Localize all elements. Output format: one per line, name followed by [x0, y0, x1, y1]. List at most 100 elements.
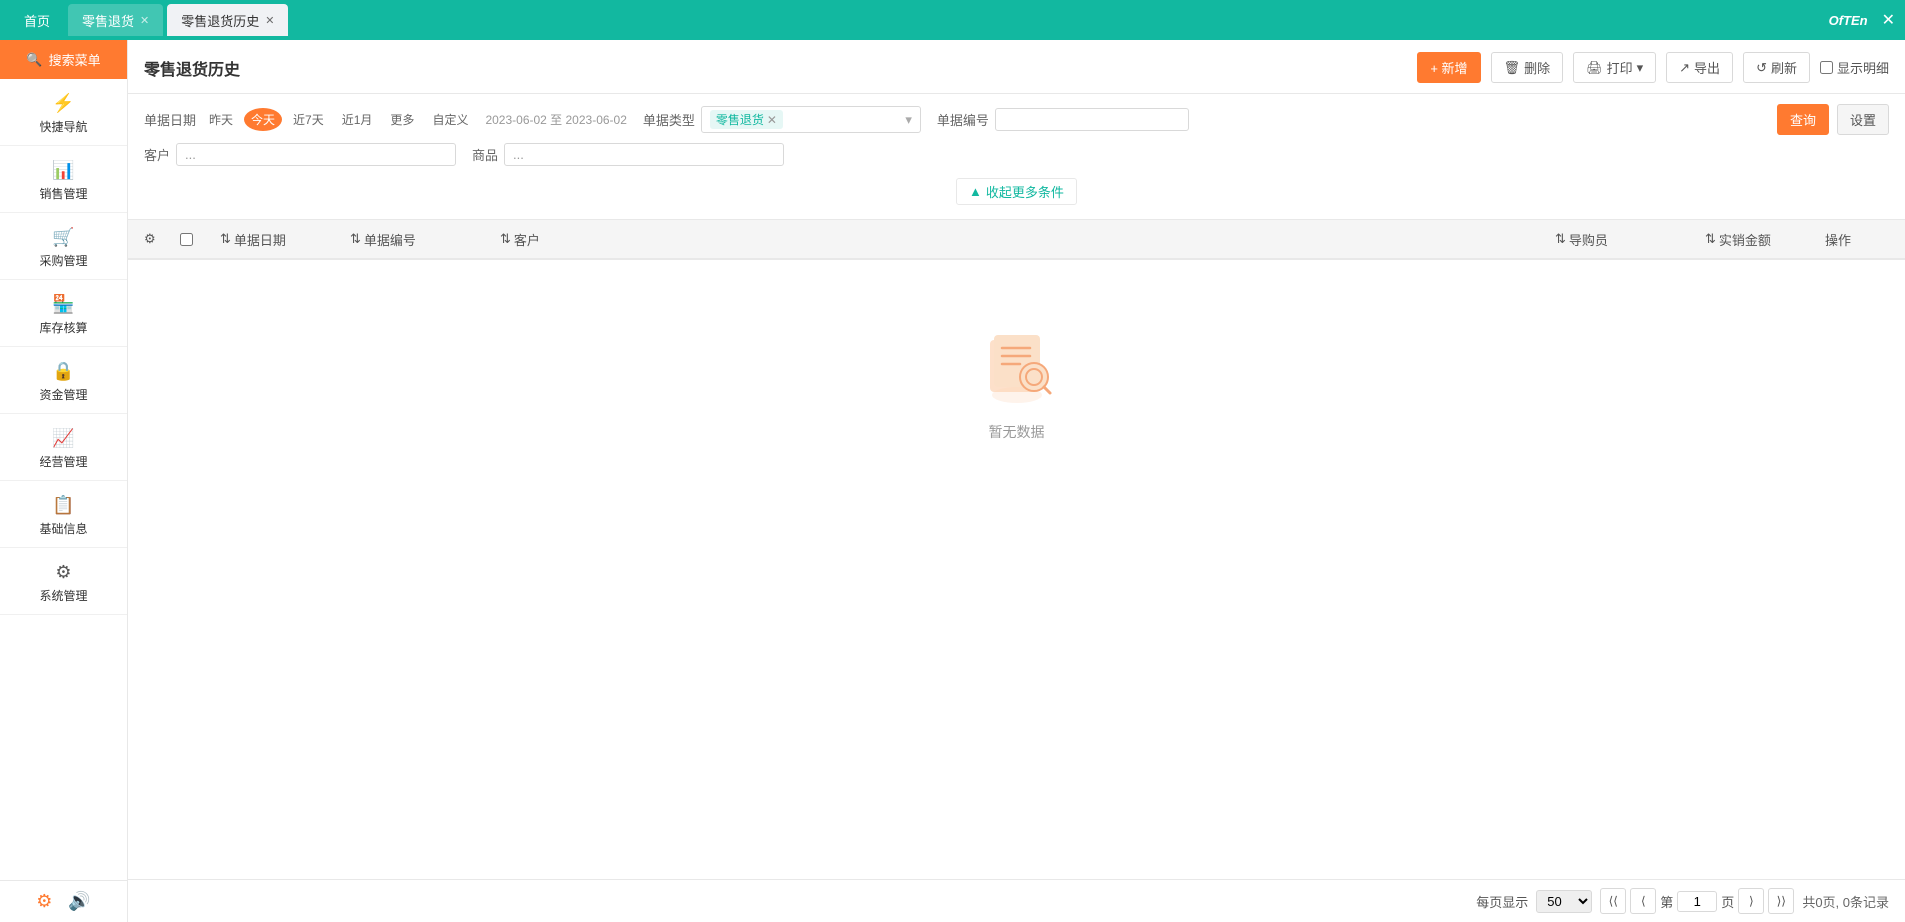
goods-label: 商品 — [472, 145, 498, 164]
delete-button[interactable]: 🗑 删除 — [1491, 52, 1564, 83]
pagination-bar: 每页显示 20 50 100 200 ⟨⟨ ⟨ 第 页 ⟩ ⟩⟩ 共0页, 0条… — [128, 879, 1905, 922]
doc-number-input[interactable] — [995, 108, 1189, 131]
system-icon: ⚙ — [55, 562, 71, 583]
main-layout: 🔍 搜索菜单 ⚡ 快捷导航 📊 销售管理 🛒 采购管理 🏪 库存核算 🔒 资金管… — [0, 40, 1905, 922]
sidebar-speaker-icon[interactable]: 🔊 — [68, 891, 90, 912]
select-all-checkbox-wrapper[interactable] — [172, 233, 212, 246]
table-header: ⚙ ⇅ 单据日期 ⇅ 单据编号 ⇅ 客户 ⇅ — [128, 220, 1905, 260]
table-container: ⚙ ⇅ 单据日期 ⇅ 单据编号 ⇅ 客户 ⇅ — [128, 220, 1905, 879]
date-filter: 单据日期 昨天 今天 近7天 近1月 更多 自定义 2023-06-02 至 2… — [144, 108, 627, 131]
sidebar-item-inventory[interactable]: 🏪 库存核算 — [0, 280, 127, 347]
refresh-icon: ↺ — [1756, 60, 1767, 76]
page-last-button[interactable]: ⟩⟩ — [1768, 888, 1794, 914]
date-yesterday[interactable]: 昨天 — [202, 109, 240, 130]
page-unit: 页 — [1721, 892, 1734, 911]
page-first-button[interactable]: ⟨⟨ — [1600, 888, 1626, 914]
page-label: 第 — [1660, 892, 1673, 911]
col-header-guide: ⇅ 导购员 — [1547, 230, 1697, 249]
doc-type-chevron-icon: ▾ — [905, 112, 912, 128]
doc-type-label: 单据类型 — [643, 110, 695, 129]
show-detail-checkbox[interactable] — [1820, 61, 1833, 74]
sidebar-item-purchase[interactable]: 🛒 采购管理 — [0, 213, 127, 280]
print-dropdown-icon: ▾ — [1637, 60, 1644, 76]
sidebar-search[interactable]: 🔍 搜索菜单 — [0, 40, 127, 79]
sidebar-item-finance[interactable]: 🔒 资金管理 — [0, 347, 127, 414]
collapse-container: ▲ 收起更多条件 — [144, 174, 1889, 209]
date-label: 单据日期 — [144, 110, 196, 129]
column-settings-icon[interactable]: ⚙ — [144, 231, 156, 247]
sidebar-item-system[interactable]: ⚙ 系统管理 — [0, 548, 127, 615]
page-title: 零售退货历史 — [144, 56, 240, 80]
col-header-date: ⇅ 单据日期 — [212, 230, 342, 249]
empty-text: 暂无数据 — [989, 422, 1045, 442]
refresh-button[interactable]: ↺ 刷新 — [1743, 52, 1810, 83]
empty-state: 暂无数据 — [128, 260, 1905, 502]
per-page-select[interactable]: 20 50 100 200 — [1536, 890, 1592, 913]
settings-button[interactable]: 设置 — [1837, 104, 1889, 135]
page-next-button[interactable]: ⟩ — [1738, 888, 1764, 914]
retail-return-history-tab[interactable]: 零售退货历史 ✕ — [167, 4, 288, 36]
filter-row-2: 客户 ... 商品 ... — [144, 143, 1889, 166]
sidebar-item-quick-nav[interactable]: ⚡ 快捷导航 — [0, 79, 127, 146]
sidebar-settings-icon[interactable]: ⚙ — [36, 891, 52, 912]
add-button[interactable]: + 新增 — [1417, 52, 1480, 83]
home-tab[interactable]: 首页 — [10, 4, 64, 36]
per-page-label: 每页显示 — [1476, 892, 1528, 911]
sidebar-item-operations[interactable]: 📈 经营管理 — [0, 414, 127, 481]
retail-return-tab[interactable]: 零售退货 ✕ — [68, 4, 163, 36]
page-input[interactable] — [1677, 891, 1717, 912]
sort-guide-icon[interactable]: ⇅ — [1555, 231, 1566, 247]
date-1month[interactable]: 近1月 — [335, 109, 380, 130]
select-all-checkbox[interactable] — [180, 233, 193, 246]
query-button[interactable]: 查询 — [1777, 104, 1829, 135]
customer-label: 客户 — [144, 145, 170, 164]
column-settings[interactable]: ⚙ — [136, 231, 172, 247]
date-range-display: 2023-06-02 至 2023-06-02 — [485, 111, 626, 128]
sort-amount-icon[interactable]: ⇅ — [1705, 231, 1716, 247]
customer-filter: 客户 ... — [144, 143, 456, 166]
sidebar-item-sales[interactable]: 📊 销售管理 — [0, 146, 127, 213]
sidebar-item-base-info[interactable]: 📋 基础信息 — [0, 481, 127, 548]
doc-type-tag: 零售退货 ✕ — [710, 110, 783, 129]
date-more[interactable]: 更多 — [383, 109, 421, 130]
sort-date-icon[interactable]: ⇅ — [220, 231, 231, 247]
customer-input[interactable]: ... — [176, 143, 456, 166]
col-header-customer: ⇅ 客户 — [492, 230, 1547, 249]
delete-icon: 🗑 — [1504, 60, 1521, 76]
export-button[interactable]: ↗ 导出 — [1666, 52, 1733, 83]
inventory-icon: 🏪 — [52, 294, 74, 315]
page-total: 共0页, 0条记录 — [1802, 892, 1889, 911]
page-header: 零售退货历史 + 新增 🗑 删除 🖨 打印 ▾ ↗ 导出 ↺ — [128, 40, 1905, 94]
sort-number-icon[interactable]: ⇅ — [350, 231, 361, 247]
sort-customer-icon[interactable]: ⇅ — [500, 231, 511, 247]
close-tab2-icon[interactable]: ✕ — [265, 14, 274, 27]
sidebar: 🔍 搜索菜单 ⚡ 快捷导航 📊 销售管理 🛒 采购管理 🏪 库存核算 🔒 资金管… — [0, 40, 128, 922]
operations-icon: 📈 — [52, 428, 74, 449]
print-icon: 🖨 — [1586, 60, 1603, 76]
topbar: 首页 零售退货 ✕ 零售退货历史 ✕ OfTEn ✕ — [0, 0, 1905, 40]
content-area: 零售退货历史 + 新增 🗑 删除 🖨 打印 ▾ ↗ 导出 ↺ — [128, 40, 1905, 922]
goods-input[interactable]: ... — [504, 143, 784, 166]
date-custom[interactable]: 自定义 — [425, 109, 475, 130]
date-7days[interactable]: 近7天 — [286, 109, 331, 130]
doc-type-tag-close[interactable]: ✕ — [767, 113, 777, 127]
base-info-icon: 📋 — [52, 495, 74, 516]
close-tab1-icon[interactable]: ✕ — [140, 14, 149, 27]
date-today[interactable]: 今天 — [244, 108, 282, 131]
page-nav: ⟨⟨ ⟨ 第 页 ⟩ ⟩⟩ — [1600, 888, 1794, 914]
col-header-number: ⇅ 单据编号 — [342, 230, 492, 249]
filter-area: 单据日期 昨天 今天 近7天 近1月 更多 自定义 2023-06-02 至 2… — [128, 94, 1905, 220]
show-detail-checkbox-label[interactable]: 显示明细 — [1820, 58, 1889, 77]
sales-icon: 📊 — [52, 160, 74, 181]
page-prev-button[interactable]: ⟨ — [1630, 888, 1656, 914]
collapse-button[interactable]: ▲ 收起更多条件 — [956, 178, 1077, 205]
brand-label: OfTEn — [1829, 13, 1868, 28]
finance-icon: 🔒 — [52, 361, 74, 382]
doc-number-filter: 单据编号 — [937, 108, 1189, 131]
export-icon: ↗ — [1679, 60, 1690, 76]
window-close-icon[interactable]: ✕ — [1882, 10, 1895, 30]
doc-number-label: 单据编号 — [937, 110, 989, 129]
print-button[interactable]: 🖨 打印 ▾ — [1573, 52, 1656, 83]
doc-type-select[interactable]: 零售退货 ✕ ▾ — [701, 106, 921, 133]
filter-action-buttons: 查询 设置 — [1777, 104, 1889, 135]
